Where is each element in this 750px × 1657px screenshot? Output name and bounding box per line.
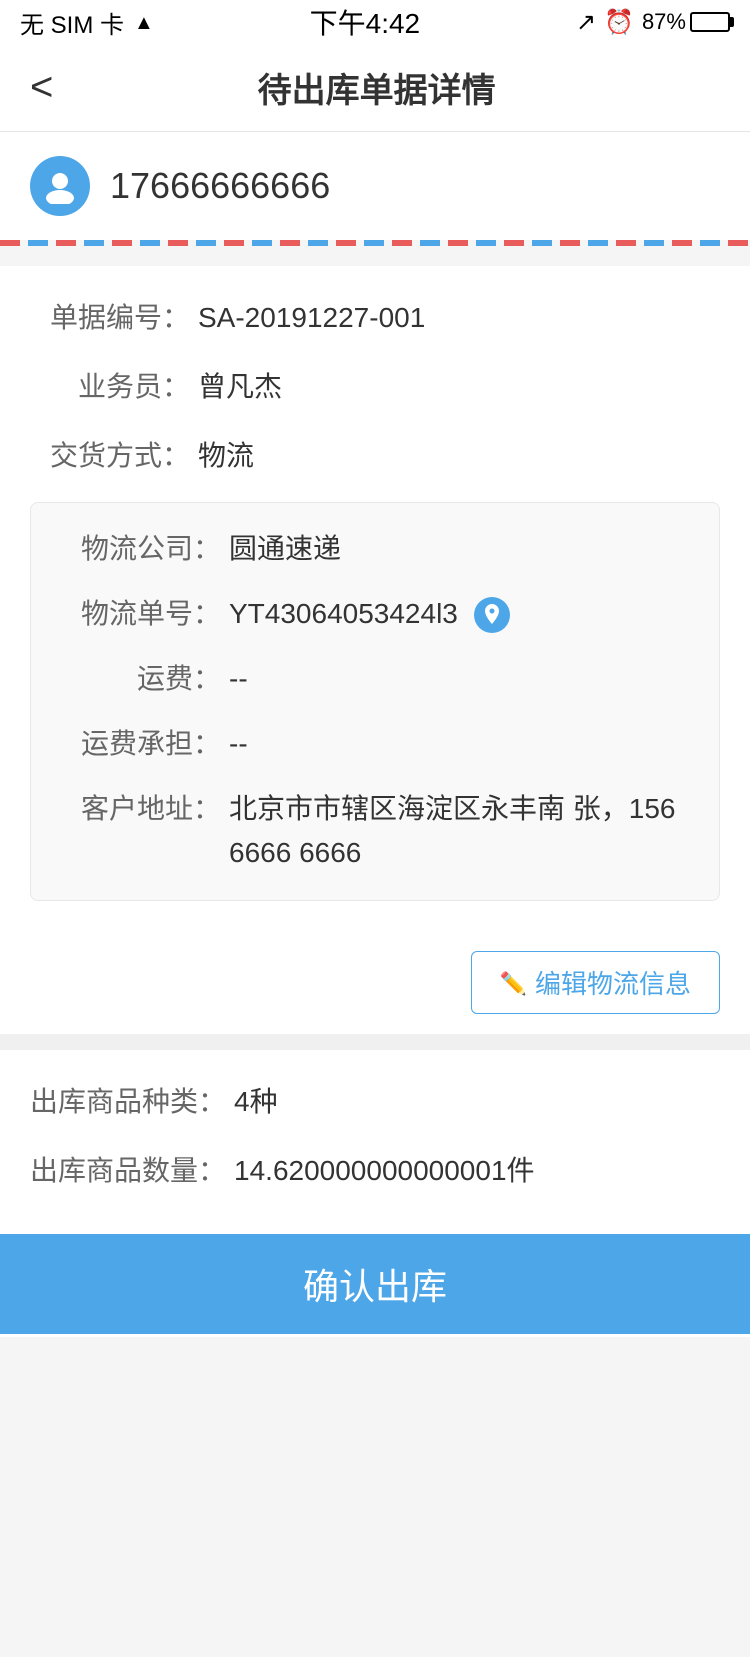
product-quantity-row: 出库商品数量： 14.620000000000001件 [30, 1149, 720, 1194]
freight-bearer-label: 运费承担： [61, 722, 221, 767]
edit-logistics-section: 编辑物流信息 [0, 931, 750, 1034]
tracking-no-row: 物流单号： YT43064053424l3 [61, 592, 689, 637]
battery-percent: 87% [642, 9, 686, 35]
delivery-method-row: 交货方式： 物流 [30, 434, 720, 479]
status-bar: 无 SIM 卡 下午4:42 ↗ ⏰ 87% [0, 0, 750, 44]
order-no-row: 单据编号： SA-20191227-001 [30, 296, 720, 341]
edit-logistics-button[interactable]: 编辑物流信息 [471, 951, 720, 1014]
battery-visual [690, 12, 730, 32]
logistics-company-row: 物流公司： 圆通速递 [61, 527, 689, 572]
freight-label: 运费： [61, 657, 221, 702]
product-types-value: 4种 [234, 1080, 720, 1125]
clock-icon: ⏰ [604, 8, 634, 37]
salesman-label: 业务员： [30, 365, 190, 410]
tracking-no-label: 物流单号： [61, 592, 221, 637]
status-bar-time: 下午4:42 [310, 2, 421, 42]
content: 17666666666 单据编号： SA-20191227-001 业务员： 曾… [0, 132, 750, 1657]
order-no-value: SA-20191227-001 [198, 296, 720, 341]
location-icon: ↗ [576, 8, 596, 37]
wifi-icon [134, 8, 154, 36]
confirm-bar[interactable]: 确认出库 [0, 1234, 750, 1334]
back-button[interactable]: < [30, 65, 53, 110]
logistics-company-value: 圆通速递 [229, 527, 689, 572]
edit-icon [500, 967, 527, 998]
dashed-divider [0, 240, 750, 246]
logistics-company-label: 物流公司： [61, 527, 221, 572]
freight-row: 运费： -- [61, 657, 689, 702]
address-value: 北京市市辖区海淀区永丰南 张，156 6666 6666 [229, 787, 689, 877]
freight-value: -- [229, 657, 689, 702]
salesman-value: 曾凡杰 [198, 365, 720, 410]
edit-logistics-label: 编辑物流信息 [535, 964, 691, 1001]
tracking-row: YT43064053424l3 [221, 592, 510, 637]
page-title: 待出库单据详情 [73, 63, 680, 112]
confirm-button-label: 确认出库 [303, 1258, 447, 1310]
nav-bar: < 待出库单据详情 [0, 44, 750, 132]
section-separator [0, 1034, 750, 1050]
product-section: 出库商品种类： 4种 出库商品数量： 14.620000000000001件 [0, 1050, 750, 1224]
customer-section: 17666666666 [0, 132, 750, 240]
product-quantity-label: 出库商品数量： [30, 1149, 226, 1194]
status-bar-right: ↗ ⏰ 87% [576, 8, 730, 37]
tracking-no-value: YT43064053424l3 [229, 592, 458, 637]
location-pin-icon[interactable] [474, 597, 510, 633]
logistics-card: 物流公司： 圆通速递 物流单号： YT43064053424l3 运费： -- [30, 502, 720, 901]
product-types-row: 出库商品种类： 4种 [30, 1080, 720, 1125]
freight-bearer-row: 运费承担： -- [61, 722, 689, 767]
avatar [30, 156, 90, 216]
customer-phone: 17666666666 [110, 165, 330, 207]
order-no-label: 单据编号： [30, 296, 190, 341]
salesman-row: 业务员： 曾凡杰 [30, 365, 720, 410]
product-types-label: 出库商品种类： [30, 1080, 226, 1125]
battery-indicator: 87% [642, 9, 730, 35]
freight-bearer-value: -- [229, 722, 689, 767]
status-bar-left: 无 SIM 卡 [20, 5, 154, 40]
bottom-spacer [0, 1337, 750, 1537]
delivery-method-label: 交货方式： [30, 434, 190, 479]
address-row: 客户地址： 北京市市辖区海淀区永丰南 张，156 6666 6666 [61, 787, 689, 877]
order-info-section: 单据编号： SA-20191227-001 业务员： 曾凡杰 交货方式： 物流 … [0, 266, 750, 931]
product-quantity-value: 14.620000000000001件 [234, 1149, 720, 1194]
delivery-method-value: 物流 [198, 434, 720, 479]
carrier-label: 无 SIM 卡 [20, 5, 124, 40]
address-label: 客户地址： [61, 787, 221, 832]
